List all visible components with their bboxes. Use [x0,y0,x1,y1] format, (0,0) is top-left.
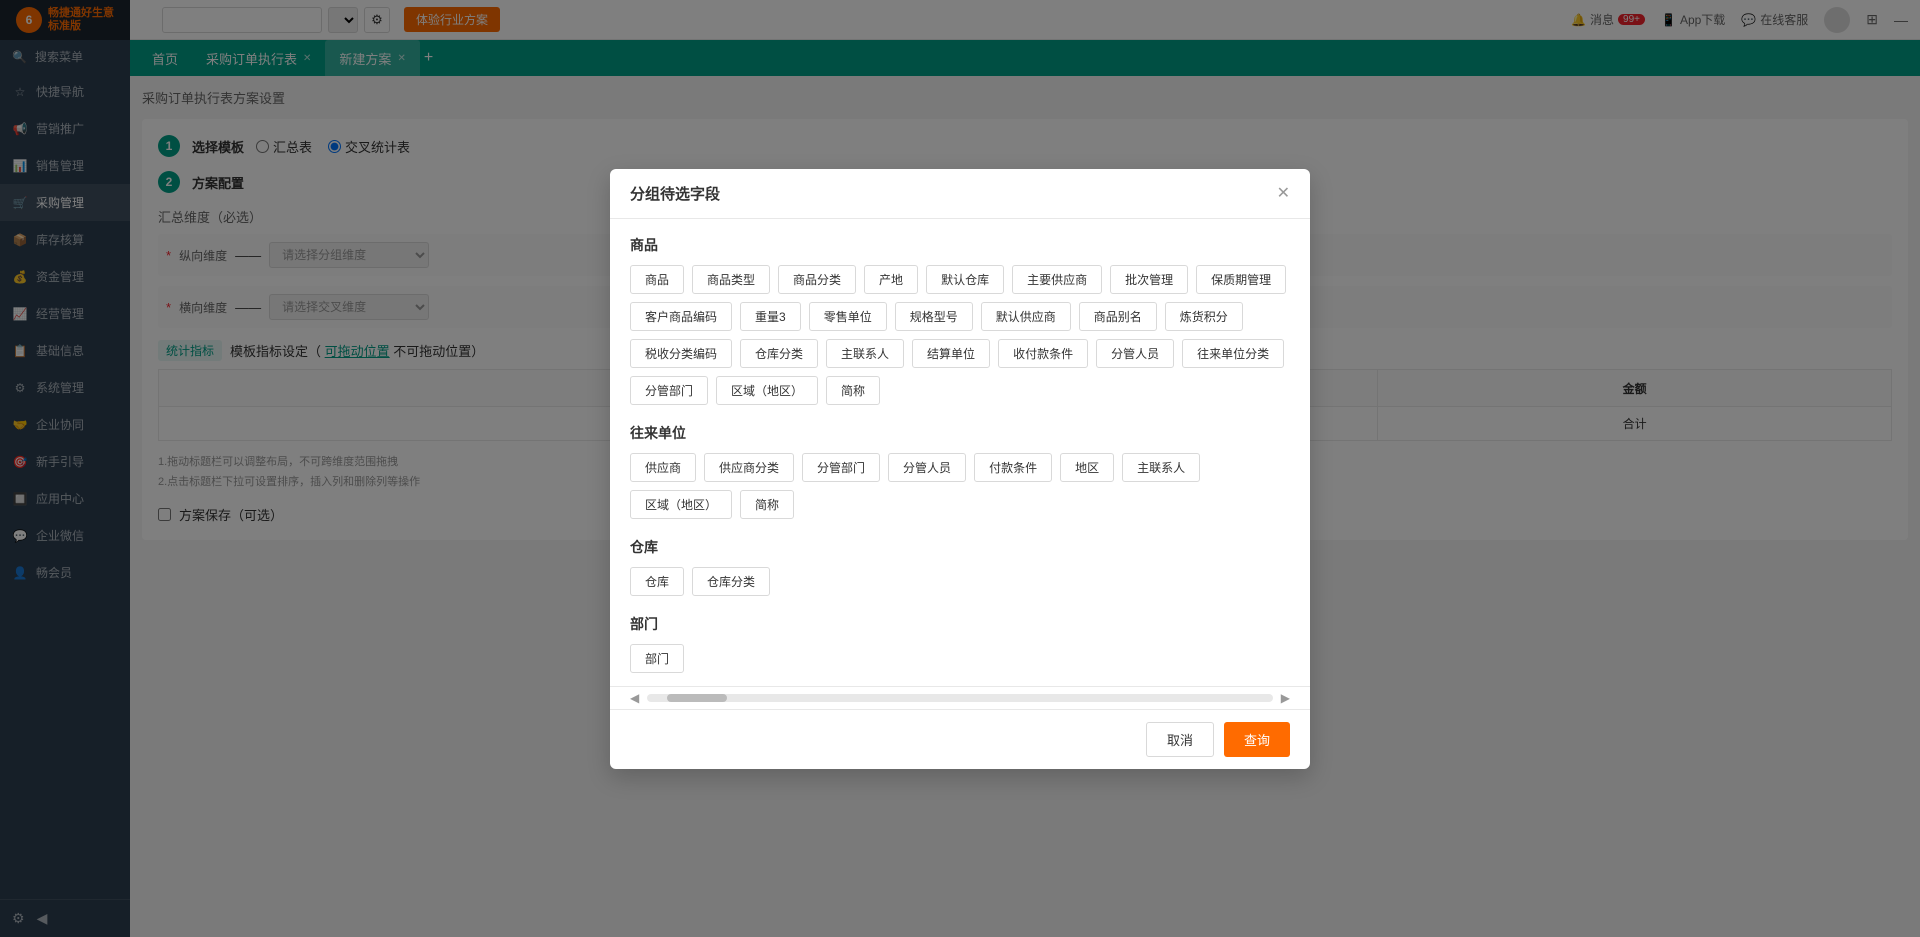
field-tag[interactable]: 仓库分类 [692,567,770,596]
field-tag[interactable]: 商品 [630,265,684,294]
field-tag[interactable]: 结算单位 [912,339,990,368]
field-tag[interactable]: 商品别名 [1079,302,1157,331]
field-tag[interactable]: 炼货积分 [1165,302,1243,331]
field-tag[interactable]: 仓库分类 [740,339,818,368]
field-group-partner: 往来单位 供应商 供应商分类 分管部门 分管人员 付款条件 地区 主联系人 区域… [630,423,1290,519]
field-tag[interactable]: 分管人员 [1096,339,1174,368]
field-tag[interactable]: 简称 [826,376,880,405]
field-tag[interactable]: 客户商品编码 [630,302,732,331]
field-tag[interactable]: 往来单位分类 [1182,339,1284,368]
cancel-button[interactable]: 取消 [1146,722,1214,757]
field-tag[interactable]: 区域（地区） [630,490,732,519]
modal-body: 商品 商品 商品类型 商品分类 产地 默认仓库 主要供应商 批次管理 保质期管理… [610,219,1310,686]
modal-header: 分组待选字段 ✕ [610,169,1310,219]
field-tag[interactable]: 仓库 [630,567,684,596]
field-tag[interactable]: 税收分类编码 [630,339,732,368]
field-tags-partner: 供应商 供应商分类 分管部门 分管人员 付款条件 地区 主联系人 区域（地区） … [630,453,1290,519]
field-select-modal: 分组待选字段 ✕ 商品 商品 商品类型 商品分类 产地 默认仓库 主要供应商 批… [610,169,1310,769]
field-group-department-title: 部门 [630,614,1290,634]
field-tag[interactable]: 批次管理 [1110,265,1188,294]
field-tag[interactable]: 区域（地区） [716,376,818,405]
field-group-warehouse-title: 仓库 [630,537,1290,557]
field-tag[interactable]: 主联系人 [826,339,904,368]
field-tag[interactable]: 重量3 [740,302,801,331]
field-tag[interactable]: 收付款条件 [998,339,1088,368]
field-group-warehouse: 仓库 仓库 仓库分类 [630,537,1290,596]
field-group-goods: 商品 商品 商品类型 商品分类 产地 默认仓库 主要供应商 批次管理 保质期管理… [630,235,1290,405]
field-tag[interactable]: 规格型号 [895,302,973,331]
field-tag[interactable]: 主联系人 [1122,453,1200,482]
field-tags-goods: 商品 商品类型 商品分类 产地 默认仓库 主要供应商 批次管理 保质期管理 客户… [630,265,1290,405]
field-tag[interactable]: 部门 [630,644,684,673]
modal-title: 分组待选字段 [630,183,720,204]
hscroll-right-arrow[interactable]: ▶ [1281,691,1290,705]
field-tag[interactable]: 默认仓库 [926,265,1004,294]
field-tag[interactable]: 产地 [864,265,918,294]
field-group-partner-title: 往来单位 [630,423,1290,443]
modal-footer: 取消 查询 [610,709,1310,769]
field-group-department: 部门 部门 [630,614,1290,673]
hscroll-bar[interactable] [647,694,1273,702]
field-tag[interactable]: 分管人员 [888,453,966,482]
field-tag[interactable]: 地区 [1060,453,1114,482]
modal-overlay: 分组待选字段 ✕ 商品 商品 商品类型 商品分类 产地 默认仓库 主要供应商 批… [0,0,1920,937]
field-tag[interactable]: 分管部门 [630,376,708,405]
field-tag[interactable]: 默认供应商 [981,302,1071,331]
field-tag[interactable]: 分管部门 [802,453,880,482]
field-tag[interactable]: 主要供应商 [1012,265,1102,294]
field-group-goods-title: 商品 [630,235,1290,255]
field-tag[interactable]: 供应商分类 [704,453,794,482]
hscroll-left-arrow[interactable]: ◀ [630,691,639,705]
modal-hscroll: ◀ ▶ [610,686,1310,709]
field-tag[interactable]: 商品类型 [692,265,770,294]
field-tags-warehouse: 仓库 仓库分类 [630,567,1290,596]
hscroll-thumb [667,694,727,702]
field-tag[interactable]: 零售单位 [809,302,887,331]
field-tags-department: 部门 [630,644,1290,673]
field-tag[interactable]: 商品分类 [778,265,856,294]
field-tag[interactable]: 保质期管理 [1196,265,1286,294]
field-tag[interactable]: 供应商 [630,453,696,482]
field-tag[interactable]: 付款条件 [974,453,1052,482]
modal-close-btn[interactable]: ✕ [1277,183,1290,203]
field-tag[interactable]: 简称 [740,490,794,519]
confirm-button[interactable]: 查询 [1224,722,1290,757]
